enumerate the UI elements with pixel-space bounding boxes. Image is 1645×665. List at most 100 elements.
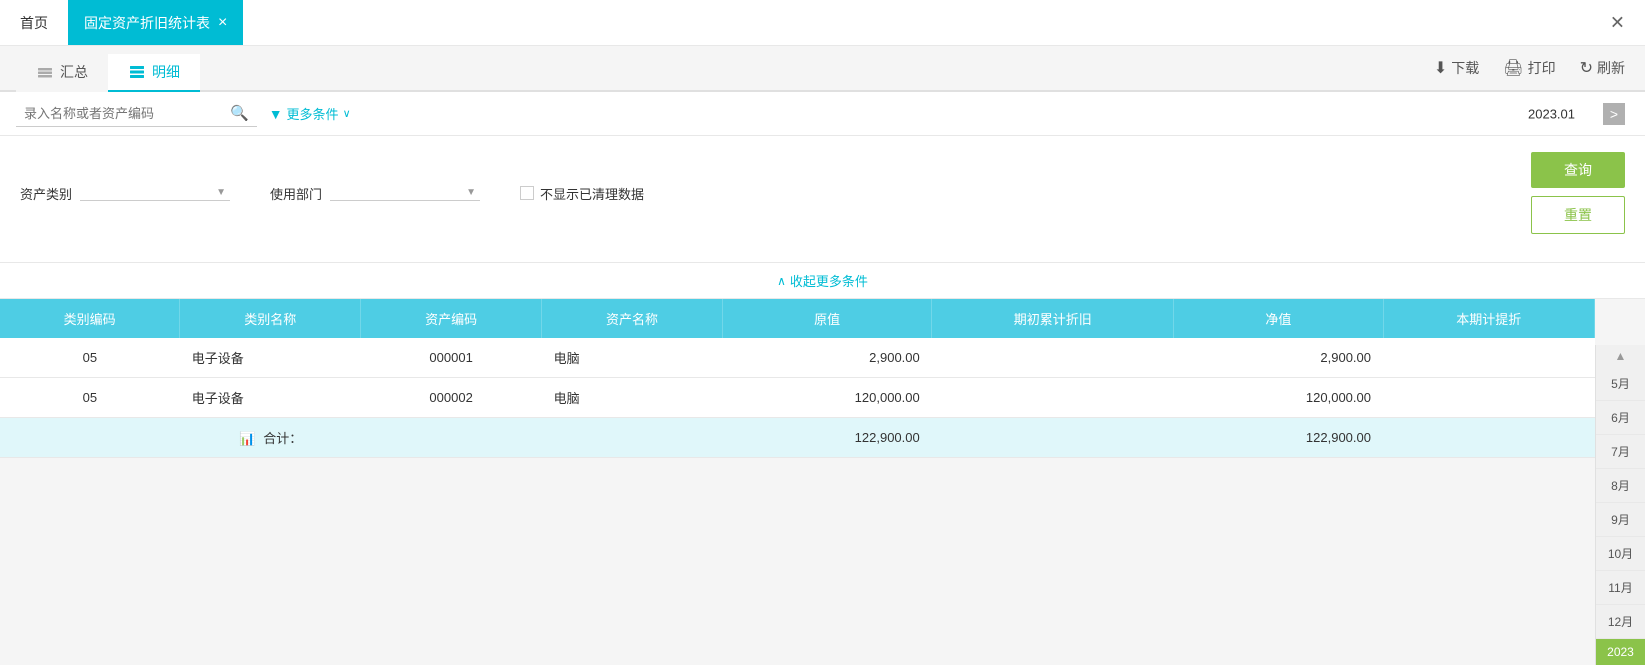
- search-input[interactable]: [24, 106, 224, 121]
- top-nav: 首页 固定资产折旧统计表 × ✕: [0, 0, 1645, 46]
- cell-accumulated-dep: [932, 338, 1174, 378]
- cell-original-value: 120,000.00: [723, 378, 932, 418]
- more-conditions-label: 更多条件: [287, 104, 339, 123]
- month-item[interactable]: 8月: [1596, 469, 1645, 503]
- table-row: 05 电子设备 000002 电脑 120,000.00 120,000.00: [0, 378, 1595, 418]
- filter-panel: 资产类别 ▼ 使用部门 ▼ 不显示已清理数据 查询 重置: [0, 136, 1645, 263]
- print-btn[interactable]: 🖨 打印: [1503, 58, 1555, 78]
- window-close-btn[interactable]: ✕: [1610, 12, 1625, 33]
- tab-detail-label: 明细: [152, 62, 180, 82]
- cell-asset-code: 000002: [361, 378, 542, 418]
- expand-arrow-btn[interactable]: >: [1603, 103, 1625, 125]
- table-header-row: 类别编码 类别名称 资产编码 资产名称 原值 期初累计折旧 净值 本期计提折: [0, 299, 1595, 338]
- collapse-icon: ∧: [777, 274, 786, 288]
- month-item[interactable]: 6月: [1596, 401, 1645, 435]
- col-asset-code: 资产编码: [361, 299, 542, 338]
- total-net-value: 122,900.00: [1174, 418, 1383, 458]
- home-nav[interactable]: 首页: [0, 0, 68, 45]
- month-item[interactable]: 5月: [1596, 367, 1645, 401]
- no-cleared-label: 不显示已清理数据: [540, 184, 644, 203]
- year-badge[interactable]: 2023: [1596, 639, 1645, 665]
- month-item[interactable]: 9月: [1596, 503, 1645, 537]
- total-row: 📊 合计： 122,900.00 122,900.00: [0, 418, 1595, 458]
- download-btn[interactable]: ⬇ 下载: [1434, 58, 1479, 78]
- month-panel: ▲ 5月6月7月8月9月10月11月12月 2023: [1595, 345, 1645, 665]
- toolbar-right: ⬇ 下载 🖨 打印 ↻ 刷新: [1434, 58, 1625, 78]
- active-tab[interactable]: 固定资产折旧统计表 ×: [68, 0, 243, 45]
- cell-category-code: 05: [0, 378, 180, 418]
- collapse-label: 收起更多条件: [790, 271, 868, 290]
- cell-category-name: 电子设备: [180, 378, 361, 418]
- scroll-up-btn[interactable]: ▲: [1596, 345, 1645, 367]
- col-category-name: 类别名称: [180, 299, 361, 338]
- col-category-code: 类别编码: [0, 299, 180, 338]
- refresh-btn[interactable]: ↻ 刷新: [1580, 58, 1625, 78]
- total-label: 合计：: [263, 431, 302, 446]
- total-empty: [542, 418, 723, 458]
- col-accumulated-dep: 期初累计折旧: [932, 299, 1174, 338]
- dept-arrow: ▼: [466, 187, 476, 198]
- total-icon: 📊: [239, 431, 255, 446]
- cell-asset-name: 电脑: [542, 338, 723, 378]
- tab-summary-label: 汇总: [60, 62, 88, 82]
- total-current-dep: [1383, 418, 1595, 458]
- total-label-cell: 📊 合计：: [0, 418, 542, 458]
- dept-select[interactable]: ▼: [330, 185, 480, 201]
- cell-current-dep: [1383, 338, 1595, 378]
- asset-type-label: 资产类别: [20, 184, 72, 203]
- collapse-bar[interactable]: ∧ 收起更多条件: [0, 263, 1645, 299]
- query-btn[interactable]: 查询: [1531, 152, 1625, 188]
- list-icon: [128, 63, 146, 81]
- dept-field: 使用部门 ▼: [270, 184, 480, 203]
- cell-accumulated-dep: [932, 378, 1174, 418]
- print-icon: 🖨: [1503, 58, 1523, 78]
- data-table: 类别编码 类别名称 资产编码 资产名称 原值 期初累计折旧 净值 本期计提折 0…: [0, 299, 1595, 458]
- cell-asset-code: 000001: [361, 338, 542, 378]
- col-asset-name: 资产名称: [542, 299, 723, 338]
- filter-row: 资产类别 ▼ 使用部门 ▼ 不显示已清理数据 查询 重置: [20, 152, 1625, 234]
- no-cleared-checkbox[interactable]: 不显示已清理数据: [520, 184, 644, 203]
- tab-close-btn[interactable]: ×: [218, 15, 227, 31]
- cell-net-value: 2,900.00: [1174, 338, 1383, 378]
- table-row: 05 电子设备 000001 电脑 2,900.00 2,900.00: [0, 338, 1595, 378]
- col-current-dep: 本期计提折: [1383, 299, 1595, 338]
- col-net-value: 净值: [1174, 299, 1383, 338]
- month-item[interactable]: 12月: [1596, 605, 1645, 639]
- cell-original-value: 2,900.00: [723, 338, 932, 378]
- dept-label: 使用部门: [270, 184, 322, 203]
- search-bar: 🔍 ▼ 更多条件 ∨ 2023.01 >: [0, 92, 1645, 136]
- search-icon: 🔍: [230, 104, 249, 122]
- month-item[interactable]: 10月: [1596, 537, 1645, 571]
- refresh-label: 刷新: [1597, 58, 1625, 78]
- download-icon: ⬇: [1434, 58, 1447, 78]
- tab-summary[interactable]: 汇总: [16, 54, 108, 92]
- download-label: 下载: [1451, 58, 1479, 78]
- total-accumulated-dep: [932, 418, 1174, 458]
- tab-label: 固定资产折旧统计表: [84, 13, 210, 33]
- table-wrap: 类别编码 类别名称 资产编码 资产名称 原值 期初累计折旧 净值 本期计提折 0…: [0, 299, 1595, 458]
- filter-buttons: 查询 重置: [1531, 152, 1625, 234]
- filter-icon: ▼: [269, 106, 283, 122]
- sub-tabs-bar: 汇总 明细 ⬇ 下载 🖨 打印 ↻ 刷新: [0, 46, 1645, 92]
- month-item[interactable]: 11月: [1596, 571, 1645, 605]
- reset-btn[interactable]: 重置: [1531, 196, 1625, 234]
- total-original-value: 122,900.00: [723, 418, 932, 458]
- layers-icon: [36, 63, 54, 81]
- print-label: 打印: [1528, 58, 1556, 78]
- search-input-wrap[interactable]: 🔍: [16, 100, 257, 127]
- more-conditions-btn[interactable]: ▼ 更多条件 ∨: [269, 104, 351, 123]
- main-content: 类别编码 类别名称 资产编码 资产名称 原值 期初累计折旧 净值 本期计提折 0…: [0, 299, 1645, 458]
- cell-category-name: 电子设备: [180, 338, 361, 378]
- col-original-value: 原值: [723, 299, 932, 338]
- asset-type-field: 资产类别 ▼: [20, 184, 230, 203]
- checkbox-box: [520, 186, 534, 200]
- refresh-icon: ↻: [1580, 58, 1593, 78]
- date-display: 2023.01: [1528, 106, 1575, 121]
- asset-type-select[interactable]: ▼: [80, 185, 230, 201]
- cell-category-code: 05: [0, 338, 180, 378]
- cell-net-value: 120,000.00: [1174, 378, 1383, 418]
- cell-asset-name: 电脑: [542, 378, 723, 418]
- tab-detail[interactable]: 明细: [108, 54, 200, 92]
- month-item[interactable]: 7月: [1596, 435, 1645, 469]
- cell-current-dep: [1383, 378, 1595, 418]
